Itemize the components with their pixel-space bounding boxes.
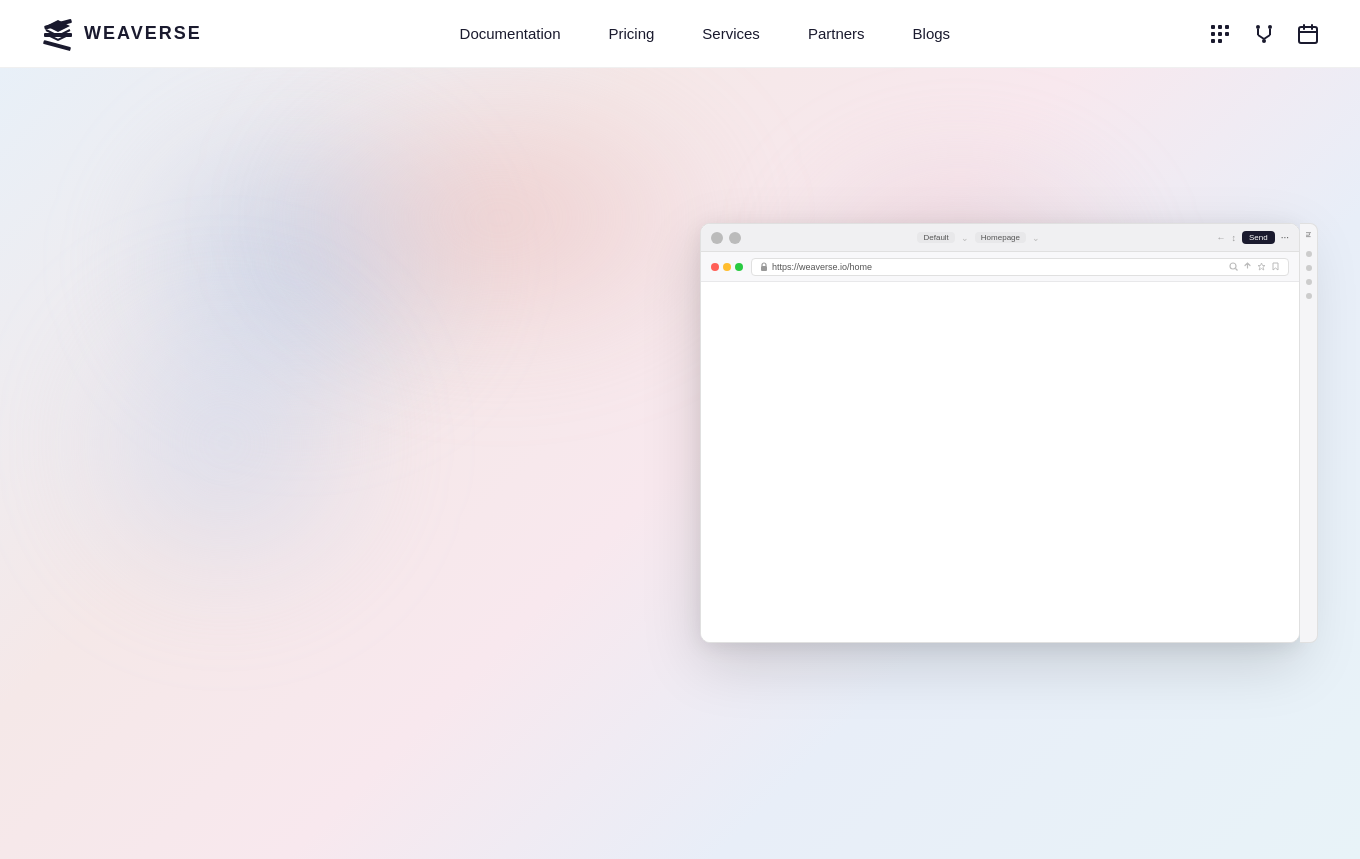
traffic-light-red — [711, 263, 719, 271]
toolbar-icon-2 — [729, 232, 741, 244]
svg-point-12 — [1268, 25, 1272, 29]
svg-rect-8 — [1225, 32, 1229, 36]
side-panel-dot-3 — [1306, 279, 1312, 285]
url-text: https://weaverse.io/home — [772, 262, 872, 272]
bookmark-icon — [1271, 262, 1280, 271]
lock-icon — [760, 262, 768, 271]
svg-rect-4 — [1218, 25, 1222, 29]
svg-point-23 — [1230, 263, 1236, 269]
side-panel: hi — [1300, 223, 1318, 643]
nav-link-documentation[interactable]: Documentation — [460, 25, 561, 42]
side-panel-dot-2 — [1306, 265, 1312, 271]
browser-mockup: Default ⌄ Homepage ⌄ ← ↕ Send ··· — [700, 223, 1300, 643]
side-panel-dot-1 — [1306, 251, 1312, 257]
weaverse-logo-icon — [40, 16, 76, 52]
browser-toolbar: Default ⌄ Homepage ⌄ ← ↕ Send ··· — [701, 224, 1299, 252]
svg-rect-18 — [1299, 27, 1317, 43]
search-icon — [1229, 262, 1238, 271]
svg-rect-6 — [1211, 32, 1215, 36]
traffic-lights — [711, 263, 743, 271]
svg-rect-22 — [761, 266, 767, 271]
more-button[interactable]: ··· — [1281, 232, 1289, 243]
toolbar-icon-1 — [711, 232, 723, 244]
nav-link-services[interactable]: Services — [702, 25, 760, 42]
svg-line-16 — [1258, 35, 1264, 39]
browser-window: Default ⌄ Homepage ⌄ ← ↕ Send ··· — [700, 223, 1300, 643]
apps-icon[interactable] — [1208, 22, 1232, 46]
svg-rect-10 — [1218, 39, 1222, 43]
svg-line-24 — [1236, 269, 1238, 271]
traffic-light-yellow — [723, 263, 731, 271]
navbar: WEAVERSE Documentation Pricing Services … — [0, 0, 1360, 68]
fork-icon[interactable] — [1252, 22, 1276, 46]
traffic-light-green — [735, 263, 743, 271]
share-icon — [1243, 262, 1252, 271]
browser-addressbar: https://weaverse.io/home — [701, 252, 1299, 282]
toolbar-left — [711, 232, 741, 244]
svg-point-13 — [1262, 39, 1266, 43]
side-panel-dot-4 — [1306, 293, 1312, 299]
nav-link-pricing[interactable]: Pricing — [608, 25, 654, 42]
bg-blob-4 — [50, 268, 400, 618]
svg-rect-5 — [1225, 25, 1229, 29]
toolbar-nav-left: ← — [1216, 233, 1225, 243]
svg-rect-9 — [1211, 39, 1215, 43]
star-icon — [1257, 262, 1266, 271]
default-badge: Default — [917, 232, 954, 243]
svg-point-11 — [1256, 25, 1260, 29]
browser-body — [701, 282, 1299, 642]
side-panel-label: hi — [1305, 232, 1312, 237]
nav-link-partners[interactable]: Partners — [808, 25, 865, 42]
svg-rect-7 — [1218, 32, 1222, 36]
svg-rect-2 — [43, 40, 71, 51]
address-bar[interactable]: https://weaverse.io/home — [751, 258, 1289, 276]
homepage-badge: Homepage — [975, 232, 1026, 243]
svg-rect-3 — [1211, 25, 1215, 29]
address-icons — [1229, 262, 1280, 271]
toolbar-center: Default ⌄ Homepage ⌄ — [749, 232, 1208, 243]
nav-link-blogs[interactable]: Blogs — [913, 25, 951, 42]
navbar-actions — [1208, 22, 1320, 46]
send-button[interactable]: Send — [1242, 231, 1275, 244]
calendar-icon[interactable] — [1296, 22, 1320, 46]
toolbar-nav-right: ↕ — [1231, 233, 1236, 243]
toolbar-right: ← ↕ Send ··· — [1216, 231, 1289, 244]
svg-line-17 — [1264, 35, 1270, 39]
main-content: Default ⌄ Homepage ⌄ ← ↕ Send ··· — [0, 68, 1360, 859]
navbar-logo[interactable]: WEAVERSE — [40, 16, 202, 52]
navbar-links: Documentation Pricing Services Partners … — [460, 25, 951, 42]
logo-text: WEAVERSE — [84, 23, 202, 44]
